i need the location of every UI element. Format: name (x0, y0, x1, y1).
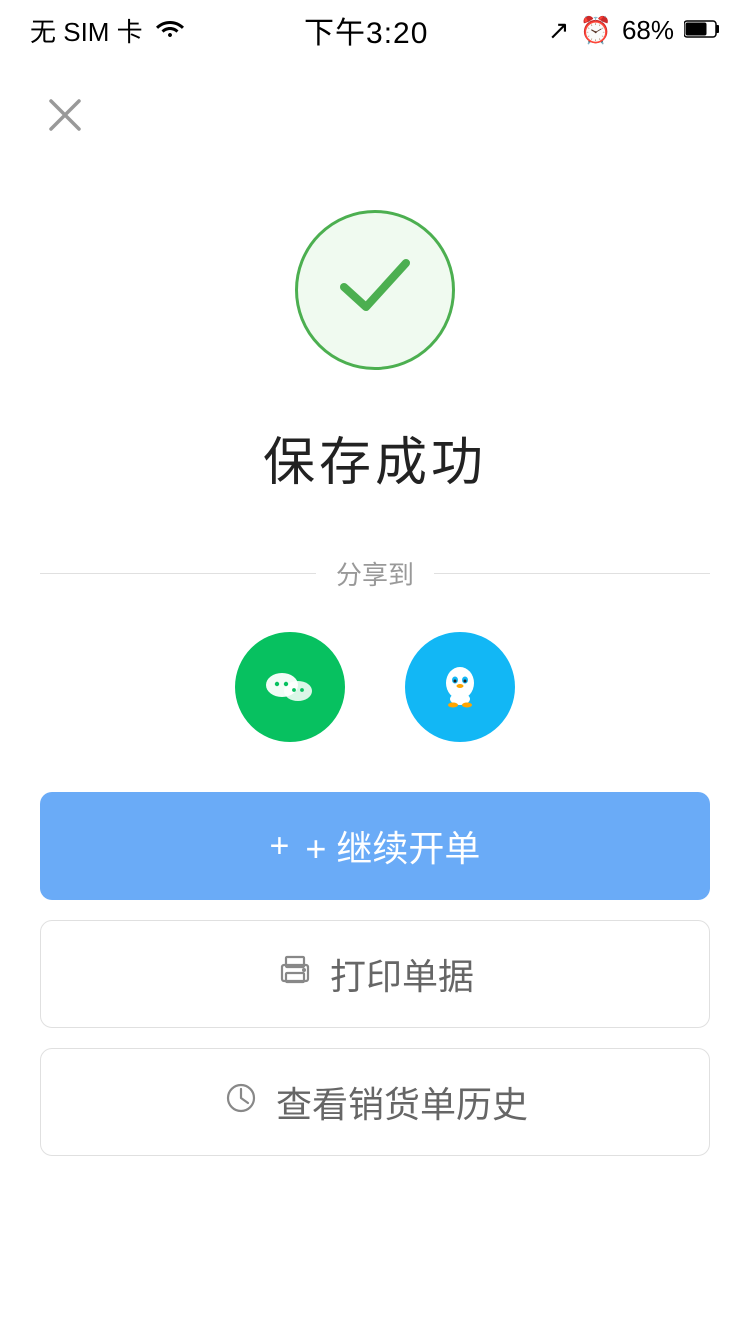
battery-text: 68% (622, 15, 674, 46)
main-content: 保存成功 分享到 (0, 150, 750, 1334)
wifi-icon (155, 15, 185, 46)
action-buttons: + + 继续开单 打印单据 查看销货单历 (40, 792, 710, 1156)
no-sim-text: 无 SIM 卡 (30, 12, 143, 49)
history-icon (222, 1079, 260, 1126)
status-right: ↗ ⏰ 68% (548, 15, 720, 46)
share-divider: 分享到 (40, 555, 710, 592)
share-wechat-button[interactable] (235, 632, 345, 742)
continue-label: + 继续开单 (305, 820, 480, 872)
continue-icon: + (270, 827, 290, 866)
close-button[interactable] (40, 90, 90, 140)
continue-button[interactable]: + + 继续开单 (40, 792, 710, 900)
history-label: 查看销货单历史 (276, 1076, 528, 1128)
share-icons (40, 632, 710, 742)
location-icon: ↗ (548, 15, 570, 46)
status-left: 无 SIM 卡 (30, 12, 185, 49)
success-title: 保存成功 (263, 420, 487, 495)
status-bar: 无 SIM 卡 下午3:20 ↗ ⏰ 68% (0, 0, 750, 60)
print-icon (276, 951, 314, 998)
print-label: 打印单据 (330, 948, 474, 1000)
alarm-icon: ⏰ (580, 15, 612, 46)
battery-icon (684, 15, 720, 46)
history-button[interactable]: 查看销货单历史 (40, 1048, 710, 1156)
share-section: 分享到 (40, 555, 710, 742)
share-qq-button[interactable] (405, 632, 515, 742)
success-circle (295, 210, 455, 370)
status-time: 下午3:20 (304, 8, 428, 52)
checkmark-icon (330, 239, 420, 342)
share-label: 分享到 (336, 555, 414, 592)
print-button[interactable]: 打印单据 (40, 920, 710, 1028)
close-area (0, 60, 750, 150)
